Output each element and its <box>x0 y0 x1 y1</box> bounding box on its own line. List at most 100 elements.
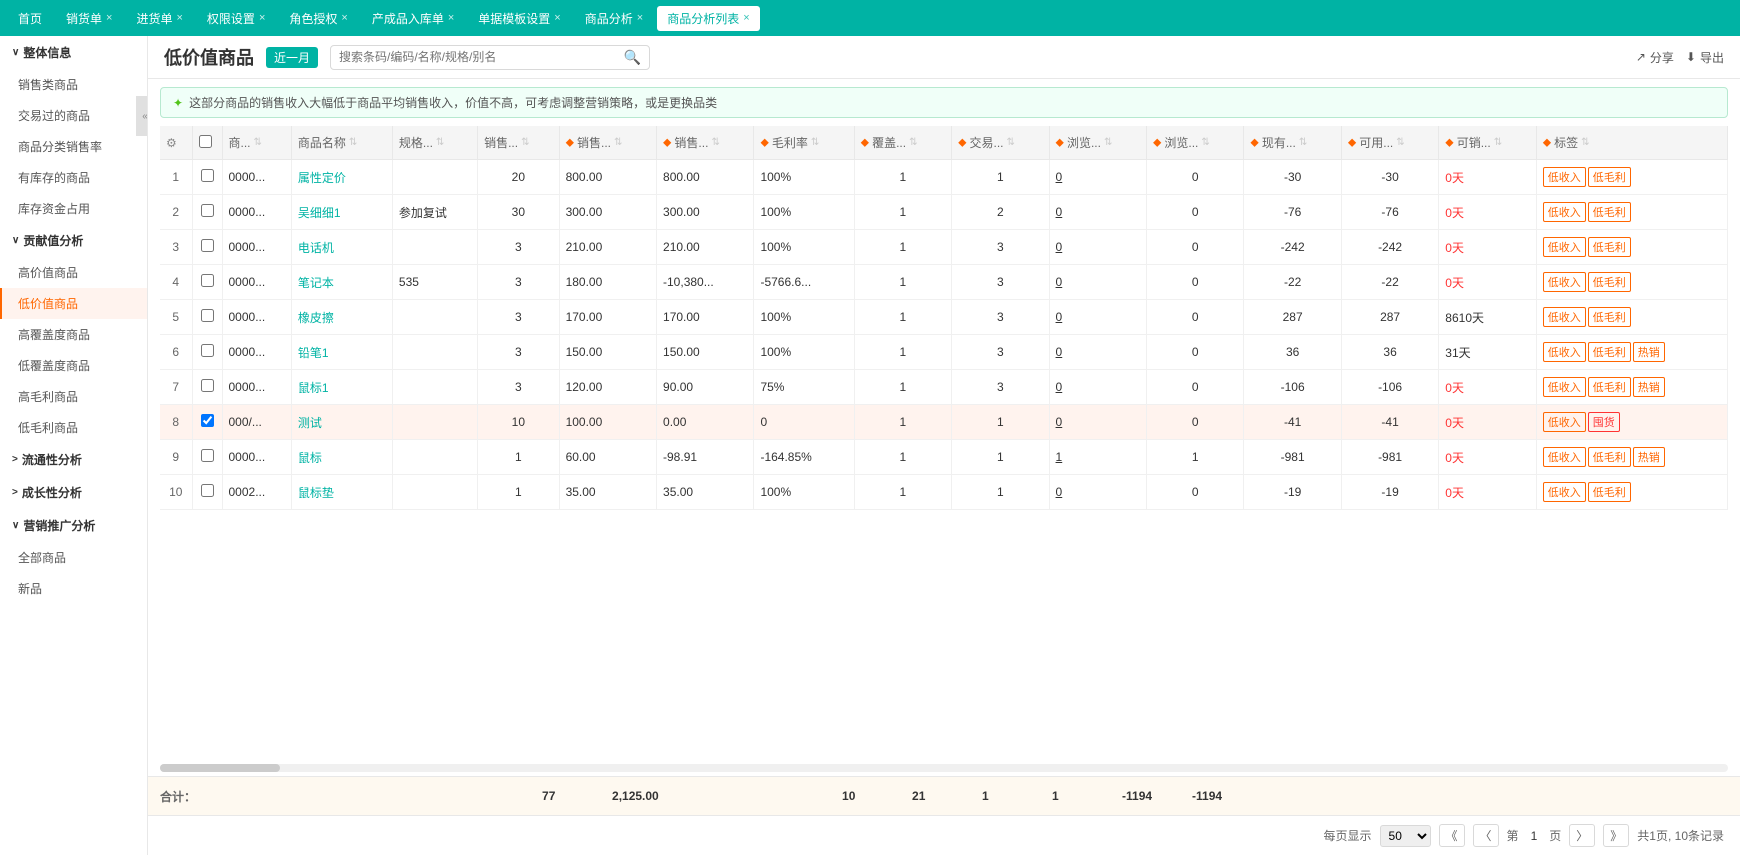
col-tags[interactable]: ⬥ 标签 ⇅ <box>1536 126 1727 160</box>
sidebar-group-contribution[interactable]: ∨ 贡献值分析 <box>0 224 147 257</box>
row-checkbox[interactable] <box>201 204 214 217</box>
col-view1[interactable]: ⬥ 浏览... ⇅ <box>1049 126 1146 160</box>
view1-val[interactable]: 0 <box>1049 265 1146 300</box>
row-checkbox[interactable] <box>201 449 214 462</box>
sidebar-item-low-margin[interactable]: 低毛利商品 <box>0 412 147 443</box>
sidebar-item-traded-goods[interactable]: 交易过的商品 <box>0 100 147 131</box>
nav-sales-order[interactable]: 销货单 × <box>56 6 122 31</box>
product-name[interactable]: 吴细细1 <box>291 195 392 230</box>
product-name[interactable]: 鼠标 <box>291 440 392 475</box>
view1-val[interactable]: 1 <box>1049 440 1146 475</box>
scrollbar-thumb[interactable] <box>160 764 280 772</box>
export-button[interactable]: ⬇ 导出 <box>1686 49 1724 66</box>
view1-val[interactable]: 0 <box>1049 195 1146 230</box>
row-checkbox-cell[interactable] <box>192 370 222 405</box>
sidebar-item-low-value[interactable]: 低价值商品 <box>0 288 147 319</box>
col-spec[interactable]: 规格... ⇅ <box>392 126 477 160</box>
prev-page-button[interactable]: 〈 <box>1473 824 1499 847</box>
product-name[interactable]: 鼠标1 <box>291 370 392 405</box>
sidebar-item-high-value[interactable]: 高价值商品 <box>0 257 147 288</box>
product-name[interactable]: 铅笔1 <box>291 335 392 370</box>
sidebar-item-high-margin[interactable]: 高毛利商品 <box>0 381 147 412</box>
sidebar-group-marketing[interactable]: ∨ 营销推广分析 <box>0 509 147 542</box>
row-checkbox[interactable] <box>201 309 214 322</box>
nav-product-analysis-list[interactable]: 商品分析列表 × <box>657 6 759 31</box>
col-sales-cost[interactable]: ⬥ 销售... ⇅ <box>657 126 754 160</box>
product-name[interactable]: 橡皮擦 <box>291 300 392 335</box>
sidebar-item-high-coverage[interactable]: 高覆盖度商品 <box>0 319 147 350</box>
nav-product-analysis[interactable]: 商品分析 × <box>575 6 653 31</box>
nav-close-icon[interactable]: × <box>259 12 265 24</box>
row-checkbox-cell[interactable] <box>192 405 222 440</box>
col-margin[interactable]: ⬥ 毛利率 ⇅ <box>754 126 854 160</box>
sidebar-item-all-goods[interactable]: 全部商品 <box>0 542 147 573</box>
search-icon[interactable]: 🔍 <box>624 49 641 66</box>
sidebar-item-sales-goods[interactable]: 销售类商品 <box>0 69 147 100</box>
col-sales-amount[interactable]: ⬥ 销售... ⇅ <box>559 126 656 160</box>
sidebar-group-overall[interactable]: ∨ 整体信息 <box>0 36 147 69</box>
product-name[interactable]: 属性定价 <box>291 160 392 195</box>
row-checkbox[interactable] <box>201 274 214 287</box>
row-checkbox-cell[interactable] <box>192 440 222 475</box>
time-filter-badge[interactable]: 近一月 <box>266 47 318 68</box>
sidebar-item-stock-goods[interactable]: 有库存的商品 <box>0 162 147 193</box>
sidebar-item-category-sales-rate[interactable]: 商品分类销售率 <box>0 131 147 162</box>
row-checkbox-cell[interactable] <box>192 300 222 335</box>
nav-product-warehouse[interactable]: 产成品入库单 × <box>362 6 464 31</box>
sidebar-group-growth[interactable]: > 成长性分析 <box>0 476 147 509</box>
col-name[interactable]: 商品名称 ⇅ <box>291 126 392 160</box>
horizontal-scrollbar[interactable] <box>160 764 1728 772</box>
col-sales-qty[interactable]: 销售... ⇅ <box>478 126 560 160</box>
nav-close-icon[interactable]: × <box>554 12 560 24</box>
col-sellable[interactable]: ⬥ 可销... ⇅ <box>1439 126 1536 160</box>
nav-bill-template[interactable]: 单据模板设置 × <box>468 6 570 31</box>
row-checkbox-cell[interactable] <box>192 160 222 195</box>
row-checkbox[interactable] <box>201 379 214 392</box>
next-page-button[interactable]: 〉 <box>1569 824 1595 847</box>
row-checkbox-cell[interactable] <box>192 475 222 510</box>
product-name[interactable]: 测试 <box>291 405 392 440</box>
sidebar-item-new-goods[interactable]: 新品 <box>0 573 147 604</box>
row-checkbox[interactable] <box>201 169 214 182</box>
product-name[interactable]: 笔记本 <box>291 265 392 300</box>
nav-role-auth[interactable]: 角色授权 × <box>279 6 357 31</box>
sidebar-item-stock-capital[interactable]: 库存资金占用 <box>0 193 147 224</box>
search-input[interactable] <box>339 50 618 64</box>
col-view2[interactable]: ⬥ 浏览... ⇅ <box>1146 126 1243 160</box>
row-checkbox[interactable] <box>201 239 214 252</box>
per-page-select[interactable]: 50 100 200 <box>1380 825 1431 847</box>
select-all-checkbox[interactable] <box>199 135 212 148</box>
col-trade[interactable]: ⬥ 交易... ⇅ <box>952 126 1049 160</box>
product-name[interactable]: 电话机 <box>291 230 392 265</box>
nav-close-icon[interactable]: × <box>341 12 347 24</box>
nav-close-icon[interactable]: × <box>176 12 182 24</box>
settings-icon[interactable]: ⚙ <box>166 136 177 150</box>
col-coverage[interactable]: ⬥ 覆盖... ⇅ <box>854 126 951 160</box>
view1-val[interactable]: 0 <box>1049 230 1146 265</box>
view1-val[interactable]: 0 <box>1049 300 1146 335</box>
row-checkbox-cell[interactable] <box>192 265 222 300</box>
first-page-button[interactable]: 《 <box>1439 824 1465 847</box>
nav-purchase-order[interactable]: 进货单 × <box>126 6 192 31</box>
col-settings[interactable]: ⚙ <box>160 126 192 160</box>
nav-permission-settings[interactable]: 权限设置 × <box>197 6 275 31</box>
col-current[interactable]: ⬥ 现有... ⇅ <box>1244 126 1341 160</box>
sidebar-collapse-btn[interactable]: « <box>136 96 148 136</box>
row-checkbox[interactable] <box>201 344 214 357</box>
view1-val[interactable]: 0 <box>1049 160 1146 195</box>
last-page-button[interactable]: 》 <box>1603 824 1629 847</box>
col-available[interactable]: ⬥ 可用... ⇅ <box>1341 126 1438 160</box>
row-checkbox-cell[interactable] <box>192 335 222 370</box>
product-name[interactable]: 鼠标垫 <box>291 475 392 510</box>
nav-close-icon[interactable]: × <box>106 12 112 24</box>
nav-close-icon[interactable]: × <box>637 12 643 24</box>
row-checkbox[interactable] <box>201 484 214 497</box>
nav-close-icon[interactable]: × <box>743 12 749 24</box>
view1-val[interactable]: 0 <box>1049 335 1146 370</box>
sidebar-item-low-coverage[interactable]: 低覆盖度商品 <box>0 350 147 381</box>
nav-home[interactable]: 首页 <box>8 6 52 31</box>
view1-val[interactable]: 0 <box>1049 370 1146 405</box>
share-button[interactable]: ↗ 分享 <box>1636 49 1674 66</box>
row-checkbox-cell[interactable] <box>192 195 222 230</box>
nav-close-icon[interactable]: × <box>448 12 454 24</box>
